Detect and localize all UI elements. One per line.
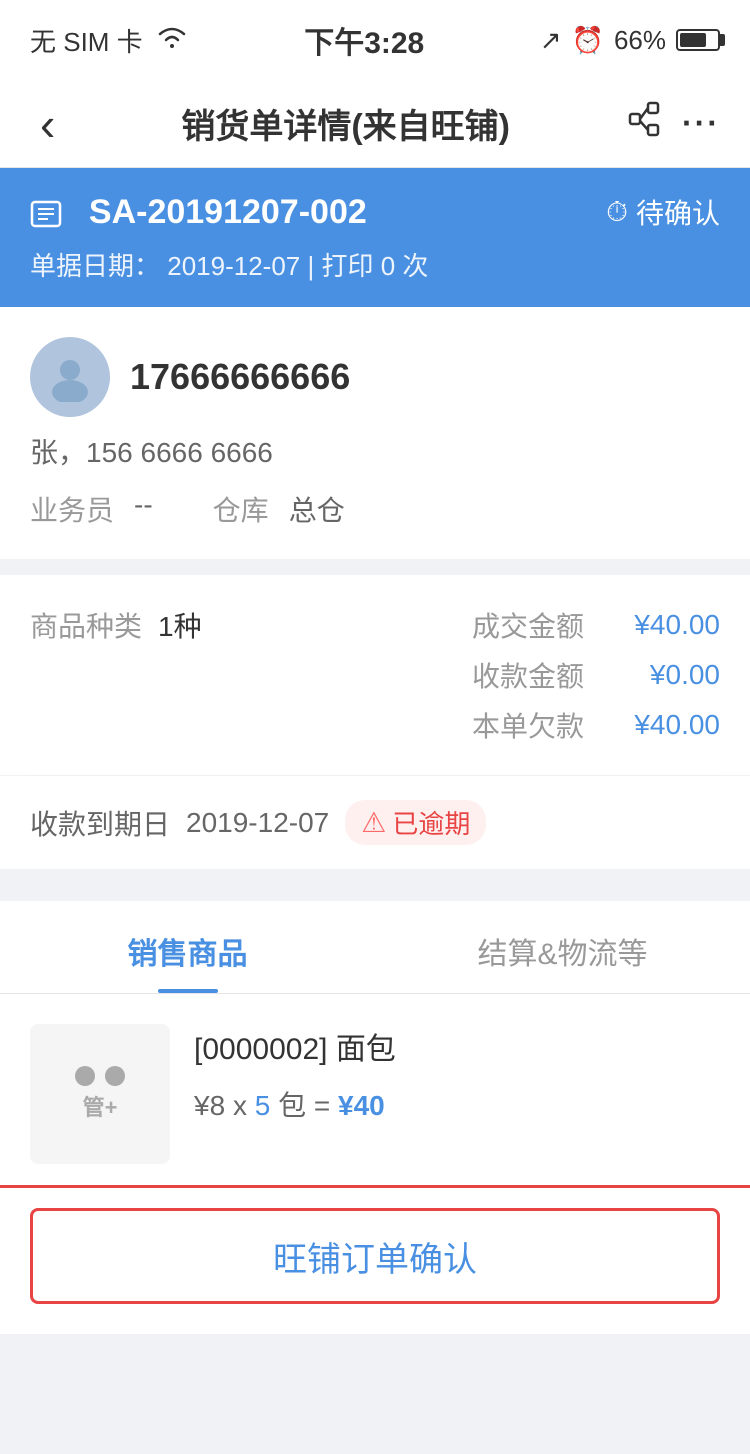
summary-right: 成交金额 ¥40.00 收款金额 ¥0.00 本单欠款 ¥40.00 <box>472 605 720 745</box>
transaction-row: 成交金额 ¥40.00 <box>472 605 720 645</box>
overdue-text: 已逾期 <box>392 804 470 841</box>
print-info: 打印 0 次 <box>321 251 428 281</box>
salesperson-value-text: -- <box>134 489 153 529</box>
due-date: 2019-12-07 <box>186 807 329 839</box>
clock-icon: ⏱ <box>606 196 628 229</box>
status-bar: 无 SIM 卡 下午3:28 ↗ ⏰ 66% <box>0 0 750 80</box>
warehouse-meta: 仓库 总仓 <box>213 489 345 529</box>
product-code: [0000002] <box>194 1033 327 1066</box>
carrier-text: 无 SIM 卡 <box>30 22 143 59</box>
order-id-text: SA-20191207-002 <box>89 193 367 231</box>
avatar <box>30 337 110 417</box>
balance-label: 本单欠款 <box>472 705 584 745</box>
order-header: SA-20191207-002 ⏱ 待确认 单据日期： 2019-12-07 |… <box>0 168 750 307</box>
nav-bar: ‹ 销货单详情(来自旺铺) ··· <box>0 80 750 168</box>
owl-text: 管+ <box>83 1090 118 1122</box>
order-id-row: SA-20191207-002 ⏱ 待确认 <box>30 192 720 232</box>
salesperson-label: 业务员 <box>30 489 114 529</box>
customer-section: 17666666666 张，156 6666 6666 业务员 -- 仓库 总仓 <box>0 307 750 559</box>
product-logo: 管+ <box>75 1066 125 1122</box>
warehouse-value-text: 总仓 <box>289 489 345 529</box>
battery-text: 66% <box>614 25 666 56</box>
product-info: [0000002] 面包 ¥8 x 5 包 = ¥40 <box>194 1024 720 1124</box>
product-unit: 包 <box>278 1090 306 1121</box>
order-status: ⏱ 待确认 <box>606 192 720 232</box>
order-date-row: 单据日期： 2019-12-07 | 打印 0 次 <box>30 246 720 283</box>
transaction-label: 成交金额 <box>472 605 584 645</box>
location-icon: ↗ <box>540 25 562 56</box>
status-bar-right: ↗ ⏰ 66% <box>540 25 720 56</box>
back-button[interactable]: ‹ <box>30 87 65 161</box>
summary-left: 商品种类 1种 <box>30 605 202 645</box>
transaction-amount: ¥40.00 <box>600 609 720 641</box>
order-id: SA-20191207-002 <box>30 193 367 232</box>
product-item: 管+ [0000002] 面包 ¥8 x 5 包 = ¥40 <box>30 1024 720 1164</box>
product-thumbnail: 管+ <box>30 1024 170 1164</box>
product-price: ¥8 x 5 包 = ¥40 <box>194 1084 720 1124</box>
tab-products-label: 销售商品 <box>128 938 248 971</box>
salesperson-meta: 业务员 -- <box>30 489 153 529</box>
customer-row: 17666666666 <box>30 337 720 417</box>
owl-eye-right <box>105 1066 125 1086</box>
warning-icon: ⚠ <box>361 806 386 839</box>
due-date-section: 收款到期日 2019-12-07 ⚠ 已逾期 <box>0 776 750 869</box>
due-label: 收款到期日 <box>30 803 170 843</box>
price-operator: x <box>233 1090 255 1121</box>
balance-row: 本单欠款 ¥40.00 <box>472 705 720 745</box>
status-bar-time: 下午3:28 <box>304 18 424 62</box>
section-divider-1 <box>0 559 750 575</box>
received-row: 收款金额 ¥0.00 <box>472 655 720 695</box>
order-icon <box>30 194 79 230</box>
product-qty: 5 <box>255 1090 271 1121</box>
wifi-icon <box>155 24 189 57</box>
product-type-label: 商品种类 <box>30 605 142 645</box>
product-name: [0000002] 面包 <box>194 1024 720 1068</box>
price-unit: ¥8 <box>194 1090 225 1121</box>
date-separator: | <box>307 251 321 281</box>
customer-phone: 17666666666 <box>130 356 350 398</box>
product-type-value: 1种 <box>158 605 202 645</box>
product-total: ¥40 <box>338 1090 385 1121</box>
warehouse-label: 仓库 <box>213 489 269 529</box>
owl-eyes <box>75 1066 125 1086</box>
owl-eye-left <box>75 1066 95 1086</box>
tab-settlement-label: 结算&物流等 <box>477 938 647 971</box>
product-type-row: 商品种类 1种 <box>30 605 202 645</box>
received-label: 收款金额 <box>472 655 584 695</box>
status-bar-left: 无 SIM 卡 <box>30 22 189 59</box>
order-status-text: 待确认 <box>636 192 720 232</box>
overdue-badge: ⚠ 已逾期 <box>345 800 486 845</box>
order-date: 2019-12-07 <box>167 251 300 281</box>
customer-meta: 业务员 -- 仓库 总仓 <box>30 489 720 529</box>
section-divider-2 <box>0 869 750 885</box>
tabs: 销售商品 结算&物流等 <box>0 901 750 994</box>
balance-amount: ¥40.00 <box>600 709 720 741</box>
date-label: 单据日期： <box>30 251 160 281</box>
summary-section: 商品种类 1种 成交金额 ¥40.00 收款金额 ¥0.00 本单欠款 ¥40.… <box>0 575 750 775</box>
nav-actions: ··· <box>626 101 720 146</box>
confirm-button-wrap: 旺铺订单确认 <box>0 1185 750 1334</box>
product-section: 管+ [0000002] 面包 ¥8 x 5 包 = ¥40 <box>0 994 750 1194</box>
tab-products[interactable]: 销售商品 <box>0 901 375 993</box>
more-button[interactable]: ··· <box>682 105 720 142</box>
alarm-icon: ⏰ <box>572 25 604 56</box>
confirm-button[interactable]: 旺铺订单确认 <box>30 1208 720 1304</box>
received-amount: ¥0.00 <box>600 659 720 691</box>
page-title: 销货单详情(来自旺铺) <box>181 99 510 148</box>
battery-icon <box>676 29 720 51</box>
tab-settlement[interactable]: 结算&物流等 <box>375 901 750 993</box>
price-equals: = <box>314 1090 338 1121</box>
customer-name: 张，156 6666 6666 <box>30 431 720 471</box>
product-name-text: 面包 <box>336 1033 396 1066</box>
confirm-button-label: 旺铺订单确认 <box>273 1232 477 1281</box>
share-button[interactable] <box>626 101 662 146</box>
